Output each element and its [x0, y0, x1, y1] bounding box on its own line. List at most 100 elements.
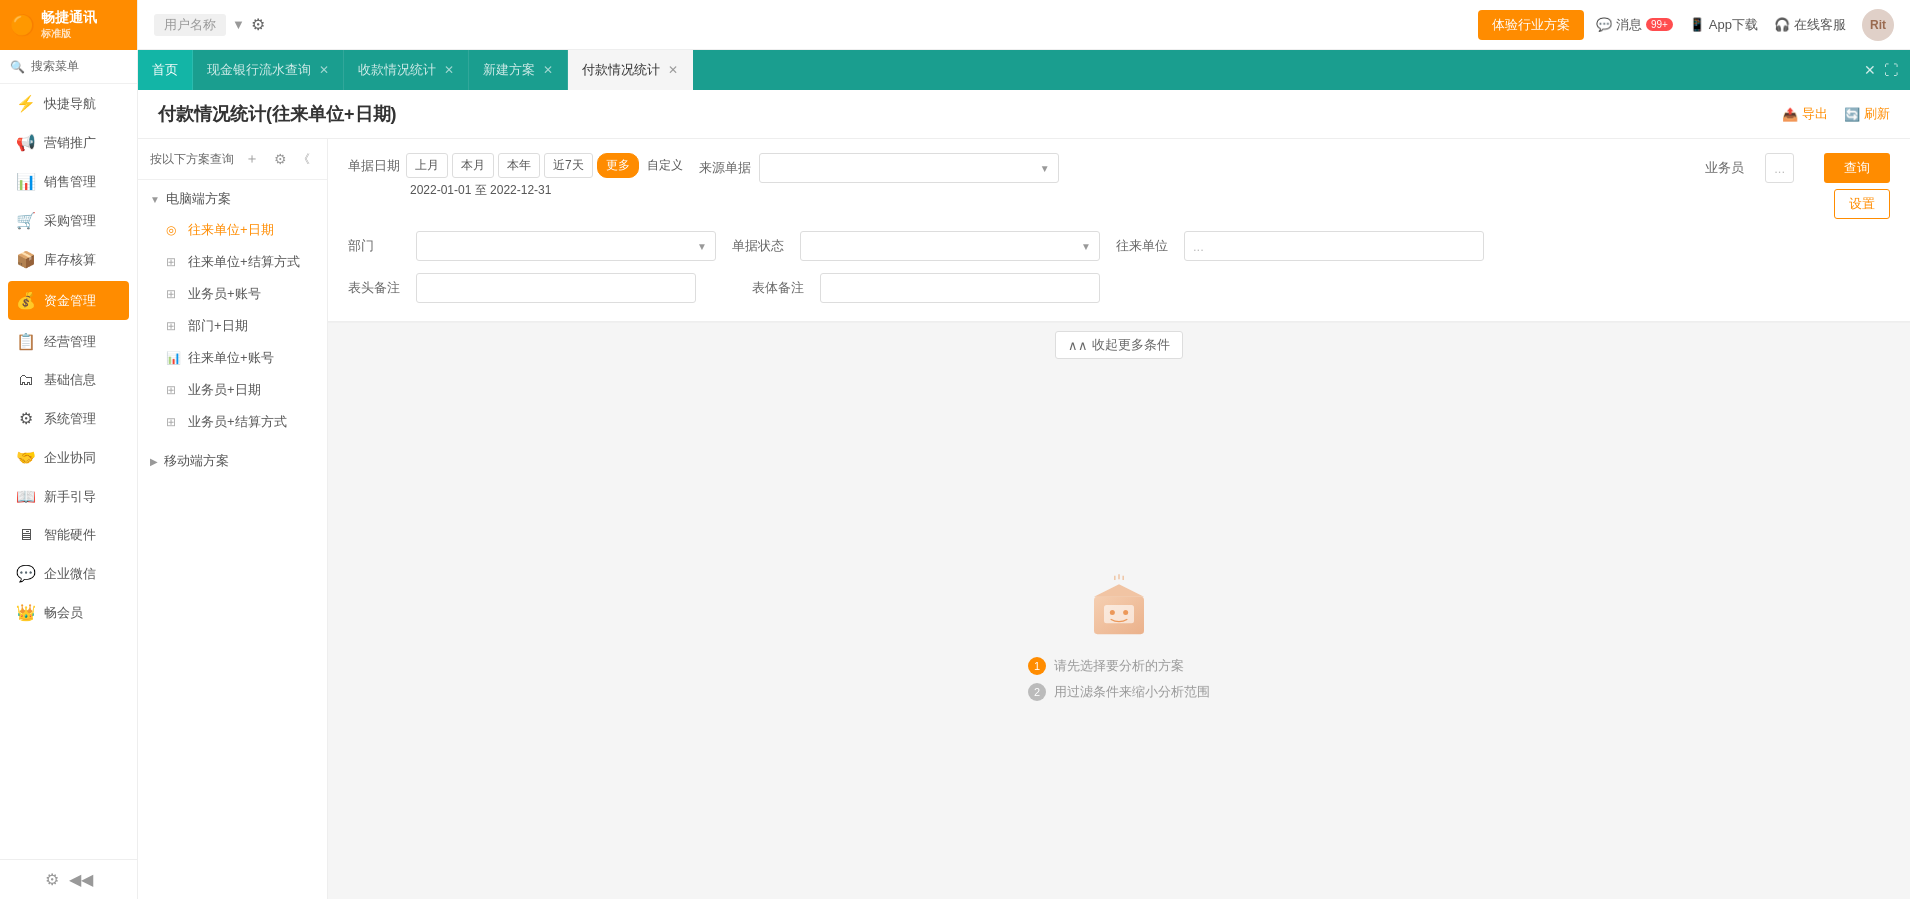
- dept-dropdown-icon: ▼: [697, 241, 707, 252]
- tab-new-scheme-close[interactable]: ✕: [543, 63, 553, 77]
- tab-new-scheme[interactable]: 新建方案 ✕: [469, 50, 568, 90]
- search-menu[interactable]: 🔍 搜索菜单: [0, 50, 137, 84]
- date-btn-last-month[interactable]: 上月: [406, 153, 448, 178]
- scheme-item-salesperson-settlement[interactable]: ⊞ 业务员+结算方式: [138, 406, 327, 438]
- collapse-conditions-btn[interactable]: ∧∧ 收起更多条件: [1055, 331, 1183, 359]
- sidebar-item-system[interactable]: ⚙ 系统管理: [0, 399, 137, 438]
- sidebar-logo: 🟠 畅捷通讯 标准版: [0, 0, 137, 50]
- sidebar-settings-btn[interactable]: ⚙: [45, 870, 59, 889]
- sidebar-item-fund[interactable]: 💰 资金管理: [8, 281, 129, 320]
- tab-bank-flow-close[interactable]: ✕: [319, 63, 329, 77]
- app-download-action[interactable]: 📱 App下载: [1689, 16, 1758, 34]
- tab-payment-stats-close[interactable]: ✕: [668, 63, 678, 77]
- date-btn-last-7[interactable]: 近7天: [544, 153, 593, 178]
- sidebar-item-operations[interactable]: 📋 经营管理: [0, 322, 137, 361]
- sidebar-item-marketing[interactable]: 📢 营销推广: [0, 123, 137, 162]
- sidebar-item-basic[interactable]: 🗂 基础信息: [0, 361, 137, 399]
- nav-icon: 📋: [16, 332, 36, 351]
- date-filter-label: 单据日期: [348, 157, 400, 175]
- sidebar-item-quick-nav[interactable]: ⚡ 快捷导航: [0, 84, 137, 123]
- nav-icon: 👑: [16, 603, 36, 622]
- topbar-right: 💬 消息 99+ 📱 App下载 🎧 在线客服 Rit: [1596, 9, 1894, 41]
- sidebar-item-purchase[interactable]: 🛒 采购管理: [0, 201, 137, 240]
- sidebar-item-label: 企业微信: [44, 565, 96, 583]
- tab-collection-stats-close[interactable]: ✕: [444, 63, 454, 77]
- scheme-item-partner-date[interactable]: ◎ 往来单位+日期: [138, 214, 327, 246]
- dept-select[interactable]: ▼: [416, 231, 716, 261]
- scheme-item-partner-settlement[interactable]: ⊞ 往来单位+结算方式: [138, 246, 327, 278]
- table-header-remark-input[interactable]: [416, 273, 696, 303]
- main-content: 用户名称 ▼ ⚙ 体验行业方案 💬 消息 99+ 📱 App下载 🎧 在线客服 …: [138, 0, 1910, 899]
- nav-icon: ⚙: [16, 409, 36, 428]
- scheme-group-mobile-header[interactable]: ▶ 移动端方案: [138, 446, 327, 476]
- app-download-label: App下载: [1709, 16, 1758, 34]
- tab-collection-stats[interactable]: 收款情况统计 ✕: [344, 50, 469, 90]
- scheme-add-btn[interactable]: ＋: [242, 149, 262, 169]
- table-icon: ⊞: [166, 287, 182, 301]
- messages-action[interactable]: 💬 消息 99+: [1596, 16, 1673, 34]
- nav-icon: ⚡: [16, 94, 36, 113]
- online-service-label: 在线客服: [1794, 16, 1846, 34]
- date-range-value: 2022-01-01 至 2022-12-31: [410, 183, 551, 197]
- tab-collection-stats-label: 收款情况统计: [358, 61, 436, 79]
- scheme-item-salesperson-date[interactable]: ⊞ 业务员+日期: [138, 374, 327, 406]
- date-btn-this-year[interactable]: 本年: [498, 153, 540, 178]
- scheme-item-label: 业务员+账号: [188, 285, 261, 303]
- avatar[interactable]: Rit: [1862, 9, 1894, 41]
- scheme-item-label: 部门+日期: [188, 317, 248, 335]
- scheme-group-mobile: ▶ 移动端方案: [138, 446, 327, 476]
- refresh-btn[interactable]: 🔄 刷新: [1844, 105, 1890, 123]
- date-btn-this-month[interactable]: 本月: [452, 153, 494, 178]
- settings-icon[interactable]: ⚙: [251, 15, 265, 34]
- chart-icon: 📊: [166, 351, 182, 365]
- tab-home[interactable]: 首页: [138, 50, 193, 90]
- source-select[interactable]: ▼: [759, 153, 1059, 183]
- active-scheme-icon: ◎: [166, 223, 182, 237]
- app-name: 畅捷通讯: [41, 9, 97, 27]
- page-header-actions: 📤 导出 🔄 刷新: [1782, 105, 1890, 123]
- source-label: 来源单据: [699, 159, 751, 177]
- tab-bank-flow[interactable]: 现金银行流水查询 ✕: [193, 50, 344, 90]
- tab-fullscreen-icon[interactable]: ⛶: [1884, 62, 1898, 78]
- empty-tip-1: 1 请先选择要分析的方案: [1028, 657, 1210, 675]
- tab-close-all-icon[interactable]: ✕: [1864, 62, 1876, 78]
- scheme-group-desktop-header[interactable]: ▼ 电脑端方案: [138, 184, 327, 214]
- table-body-remark-input[interactable]: [820, 273, 1100, 303]
- content-area: 按以下方案查询 ＋ ⚙ 《 ▼ 电脑端方案 ◎: [138, 139, 1910, 899]
- scheme-collapse-btn[interactable]: 《: [298, 151, 310, 168]
- export-btn[interactable]: 📤 导出: [1782, 105, 1828, 123]
- sidebar-item-enterprise[interactable]: 🤝 企业协同: [0, 438, 137, 477]
- tab-payment-stats[interactable]: 付款情况统计 ✕: [568, 50, 693, 90]
- table-icon: ⊞: [166, 319, 182, 333]
- empty-illustration: [1069, 565, 1169, 645]
- partner-select[interactable]: ...: [1184, 231, 1484, 261]
- table-icon: ⊞: [166, 415, 182, 429]
- salesperson-select[interactable]: ...: [1765, 153, 1794, 183]
- sidebar-item-guide[interactable]: 📖 新手引导: [0, 477, 137, 516]
- salesperson-select-text: ...: [1774, 161, 1785, 176]
- refresh-icon: 🔄: [1844, 107, 1860, 122]
- filter-settings-btn[interactable]: 设置: [1834, 189, 1890, 219]
- sidebar-item-label: 营销推广: [44, 134, 96, 152]
- sidebar-item-hardware[interactable]: 🖥 智能硬件: [0, 516, 137, 554]
- topbar-user: 用户名称 ▼ ⚙: [154, 14, 1466, 36]
- sidebar-item-label: 智能硬件: [44, 526, 96, 544]
- scheme-panel-header: 按以下方案查询 ＋ ⚙ 《: [138, 139, 327, 180]
- scheme-item-salesperson-account[interactable]: ⊞ 业务员+账号: [138, 278, 327, 310]
- scheme-settings-btn[interactable]: ⚙: [270, 149, 290, 169]
- date-btn-more[interactable]: 更多: [597, 153, 639, 178]
- sidebar-item-sales[interactable]: 📊 销售管理: [0, 162, 137, 201]
- user-dropdown-icon[interactable]: ▼: [232, 17, 245, 32]
- scheme-item-dept-date[interactable]: ⊞ 部门+日期: [138, 310, 327, 342]
- sidebar-item-wechat[interactable]: 💬 企业微信: [0, 554, 137, 593]
- doc-status-select[interactable]: ▼: [800, 231, 1100, 261]
- sidebar-collapse-btn[interactable]: ◀◀: [69, 870, 93, 889]
- online-service-action[interactable]: 🎧 在线客服: [1774, 16, 1846, 34]
- date-custom-label: 自定义: [647, 157, 683, 174]
- sidebar-item-member[interactable]: 👑 畅会员: [0, 593, 137, 632]
- query-btn[interactable]: 查询: [1824, 153, 1890, 183]
- trial-btn[interactable]: 体验行业方案: [1478, 10, 1584, 40]
- chevron-down-icon: ▼: [150, 194, 160, 205]
- sidebar-item-inventory[interactable]: 📦 库存核算: [0, 240, 137, 279]
- scheme-item-partner-account[interactable]: 📊 往来单位+账号: [138, 342, 327, 374]
